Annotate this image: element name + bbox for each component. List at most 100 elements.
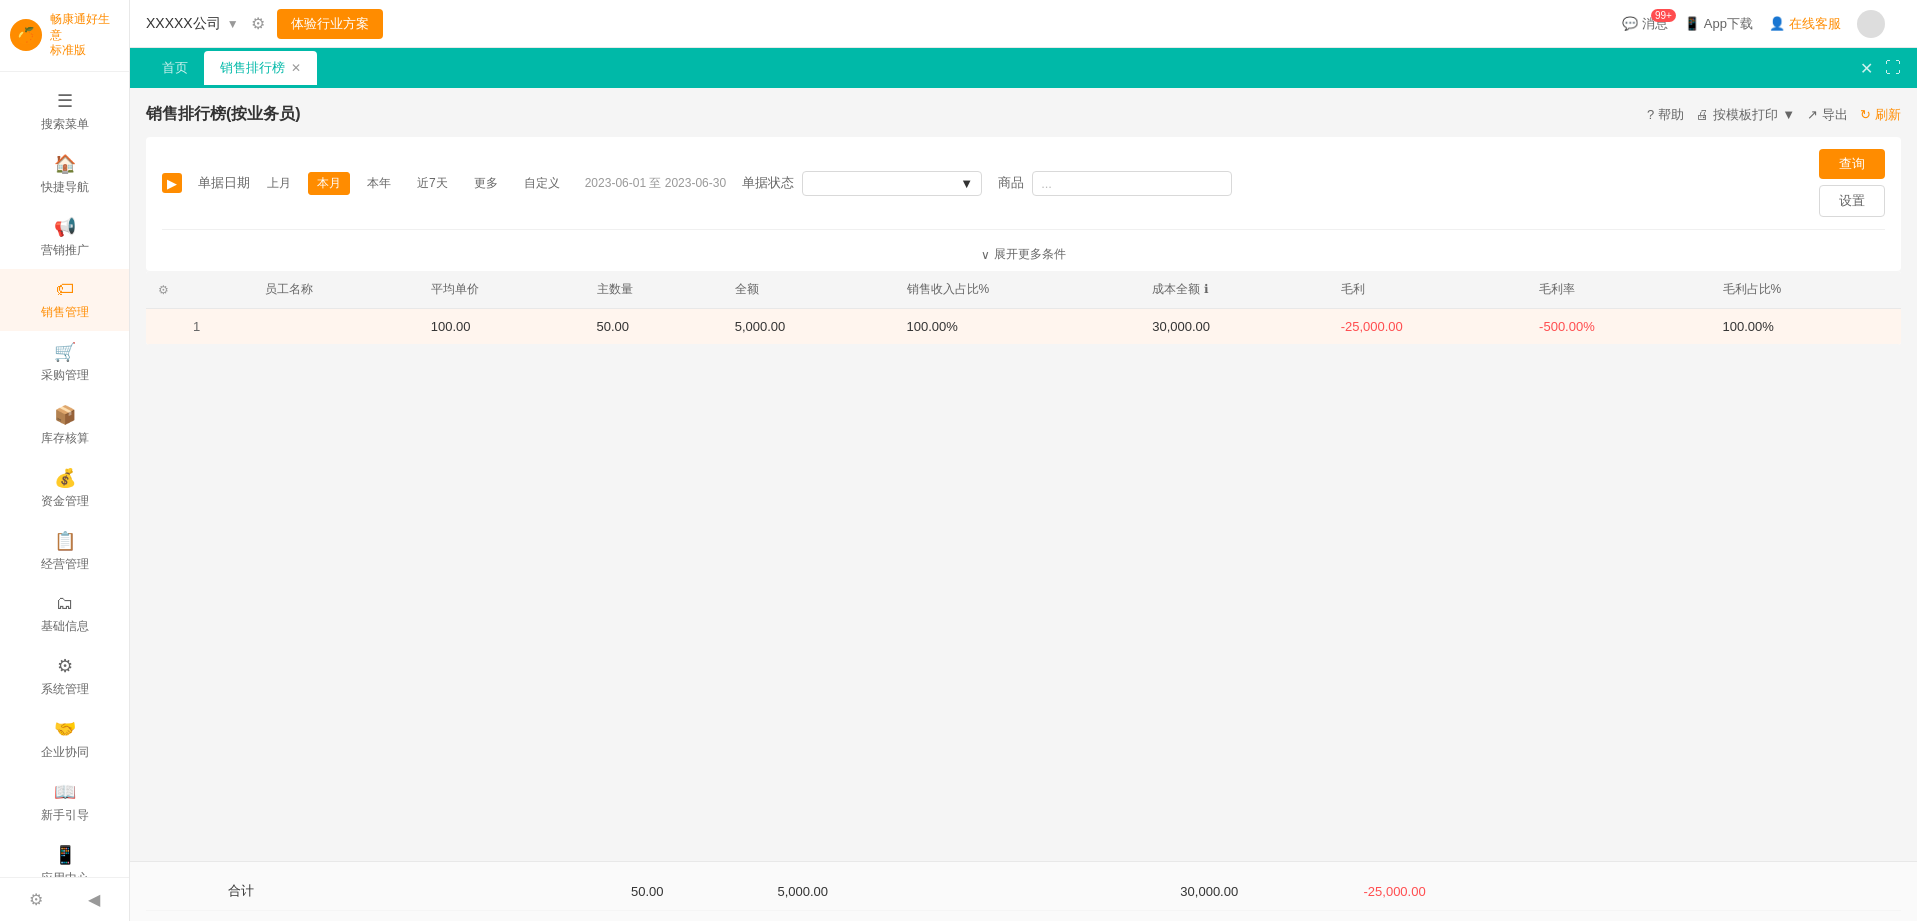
status-select[interactable]: ▼ [802, 171, 982, 196]
sidebar-item-operation[interactable]: 📋 经营管理 [0, 520, 129, 583]
print-label: 按模板打印 [1713, 106, 1778, 124]
marketing-label: 营销推广 [41, 242, 89, 259]
sidebar-collapse-icon[interactable]: ◀ [88, 890, 100, 909]
online-service-button[interactable]: 👤 在线客服 [1769, 15, 1841, 33]
sidebar-item-basic-info[interactable]: 🗂 基础信息 [0, 583, 129, 645]
tab-sales-rank[interactable]: 销售排行榜 ✕ [204, 51, 317, 85]
page-header: 销售排行榜(按业务员) ? 帮助 🖨 按模板打印 ▼ ↗ 导出 [146, 104, 1901, 125]
table-header-row: ⚙ 员工名称 平均单价 主数量 全额 销售收入占比% 成本全额 ℹ 毛利 毛利率 [146, 271, 1901, 309]
tab-fullscreen-icon[interactable]: ⛶ [1885, 59, 1901, 78]
summary-settings-col [146, 872, 176, 911]
expand-more-button[interactable]: ∨ 展开更多条件 [981, 246, 1066, 263]
basic-info-icon: 🗂 [56, 593, 74, 614]
col-rank [181, 271, 253, 309]
last7days-btn[interactable]: 近7天 [408, 172, 457, 195]
tab-close-icon[interactable]: ✕ [291, 61, 301, 75]
row-settings-icon [146, 309, 181, 345]
col-amount: 全额 [723, 271, 895, 309]
sidebar-item-search-order[interactable]: ☰ 搜索菜单 [0, 80, 129, 143]
date-filter-label: 单据日期 [198, 174, 250, 192]
custom-date-btn[interactable]: 自定义 [515, 172, 569, 195]
tab-close-all-icon[interactable]: ✕ [1860, 59, 1873, 78]
row-gross-ratio: 100.00% [1711, 309, 1901, 345]
quick-nav-label: 快捷导航 [41, 179, 89, 196]
service-label: 在线客服 [1789, 15, 1841, 33]
export-button[interactable]: ↗ 导出 [1807, 106, 1848, 124]
sidebar-item-marketing[interactable]: 📢 营销推广 [0, 206, 129, 269]
help-icon: ? [1647, 107, 1654, 122]
export-label: 导出 [1822, 106, 1848, 124]
data-table: ⚙ 员工名称 平均单价 主数量 全额 销售收入占比% 成本全额 ℹ 毛利 毛利率 [146, 271, 1901, 345]
refresh-label: 刷新 [1875, 106, 1901, 124]
sidebar-item-quick-nav[interactable]: 🏠 快捷导航 [0, 143, 129, 206]
summary-label: 合计 [216, 872, 436, 911]
sidebar-item-system[interactable]: ⚙ 系统管理 [0, 645, 129, 708]
sales-label: 销售管理 [41, 304, 89, 321]
export-icon: ↗ [1807, 107, 1818, 122]
summary-tbody: 合计 50.00 5,000.00 30,000.00 -25,000.00 [146, 872, 1901, 911]
quick-nav-icon: 🏠 [54, 153, 76, 175]
tab-bar: 首页 销售排行榜 ✕ ✕ ⛶ [130, 48, 1917, 88]
trial-button[interactable]: 体验行业方案 [277, 9, 383, 39]
sidebar-item-enterprise[interactable]: 🤝 企业协同 [0, 708, 129, 771]
print-button[interactable]: 🖨 按模板打印 ▼ [1696, 106, 1795, 124]
sidebar-item-finance[interactable]: 💰 资金管理 [0, 457, 129, 520]
enterprise-icon: 🤝 [54, 718, 76, 740]
app-center-icon: 📱 [54, 844, 76, 866]
date-filter-item: 单据日期 上月 本月 本年 近7天 更多 自定义 [198, 172, 569, 195]
sidebar-item-guide[interactable]: 📖 新手引导 [0, 771, 129, 834]
table-wrapper: ⚙ 员工名称 平均单价 主数量 全额 销售收入占比% 成本全额 ℹ 毛利 毛利率 [146, 271, 1901, 345]
more-date-btn[interactable]: 更多 [465, 172, 507, 195]
print-icon: 🖨 [1696, 107, 1709, 122]
finance-icon: 💰 [54, 467, 76, 489]
help-button[interactable]: ? 帮助 [1647, 106, 1684, 124]
help-label: 帮助 [1658, 106, 1684, 124]
refresh-button[interactable]: ↻ 刷新 [1860, 106, 1901, 124]
summary-amount: 5,000.00 [765, 872, 948, 911]
expand-more-icon: ∨ [981, 248, 990, 262]
filter-expand-arrow[interactable]: ▶ [162, 173, 182, 193]
message-icon: 💬 [1622, 16, 1638, 31]
goods-filter-label: 商品 [998, 174, 1024, 192]
col-gross-profit: 毛利 [1329, 271, 1527, 309]
row-cost: 30,000.00 [1140, 309, 1328, 345]
this-year-btn[interactable]: 本年 [358, 172, 400, 195]
goods-input[interactable]: ... [1032, 171, 1232, 196]
summary-gross-profit: -25,000.00 [1352, 872, 1535, 911]
summary-main-qty: 50.00 [619, 872, 766, 911]
sidebar-item-app-center[interactable]: 📱 应用中心 [0, 834, 129, 877]
this-month-btn[interactable]: 本月 [308, 172, 350, 195]
purchase-label: 采购管理 [41, 367, 89, 384]
sidebar-item-inventory[interactable]: 📦 库存核算 [0, 394, 129, 457]
query-button[interactable]: 查询 [1819, 149, 1885, 179]
message-button[interactable]: 💬 消息 99+ [1622, 15, 1668, 33]
goods-filter-item: 商品 ... [998, 171, 1232, 196]
tab-home[interactable]: 首页 [146, 51, 204, 85]
user-avatar[interactable] [1857, 10, 1885, 38]
settings-button[interactable]: 设置 [1819, 185, 1885, 217]
row-amount: 5,000.00 [723, 309, 895, 345]
company-name: XXXXX公司 [146, 15, 221, 33]
sidebar-settings-icon[interactable]: ⚙ [29, 890, 43, 909]
status-select-caret-icon: ▼ [960, 176, 973, 191]
filter-right-actions: 查询 设置 [1819, 149, 1885, 217]
summary-cost: 30,000.00 [1168, 872, 1351, 911]
prev-month-btn[interactable]: 上月 [258, 172, 300, 195]
summary-avg-price-col [436, 872, 619, 911]
logo-text: 畅康通好生意 标准版 [50, 12, 119, 59]
table-row: 1 100.00 50.00 5,000.00 100.00% 30,000.0… [146, 309, 1901, 345]
header-gear-icon[interactable]: ⚙ [251, 14, 265, 33]
row-employee [253, 309, 419, 345]
col-settings[interactable]: ⚙ [146, 271, 181, 309]
summary-gross-rate-col [1535, 872, 1718, 911]
company-selector[interactable]: XXXXX公司 ▼ [146, 15, 239, 33]
col-main-qty: 主数量 [585, 271, 723, 309]
page-content: 销售排行榜(按业务员) ? 帮助 🖨 按模板打印 ▼ ↗ 导出 [130, 88, 1917, 921]
company-caret-icon: ▼ [227, 17, 239, 31]
tab-sales-rank-label: 销售排行榜 [220, 59, 285, 77]
sidebar-item-sales[interactable]: 🏷 销售管理 [0, 269, 129, 331]
system-label: 系统管理 [41, 681, 89, 698]
summary-section: 合计 50.00 5,000.00 30,000.00 -25,000.00 [130, 861, 1917, 921]
sidebar-item-purchase[interactable]: 🛒 采购管理 [0, 331, 129, 394]
app-download-button[interactable]: 📱 App下载 [1684, 15, 1753, 33]
